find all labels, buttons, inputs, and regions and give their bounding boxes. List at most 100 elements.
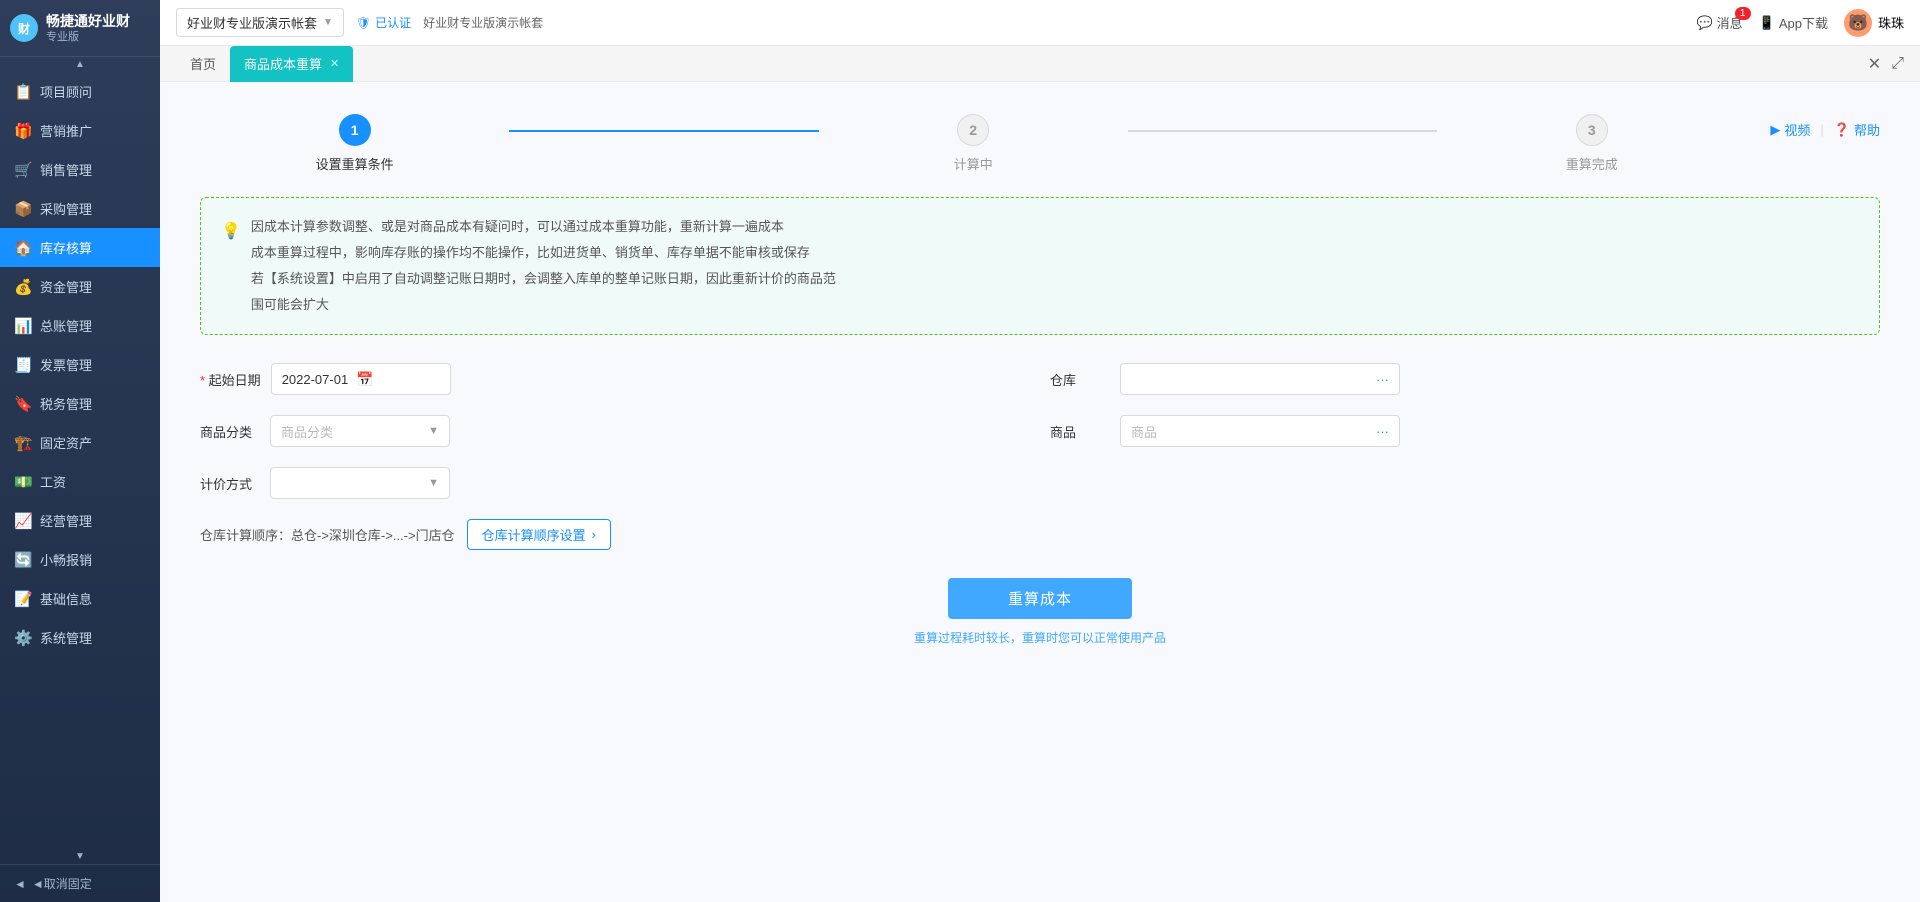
- sidebar-icon-expense: 🔄: [14, 551, 32, 569]
- topbar-right: 💬 消息 1 📱 App下载 🐻 珠珠: [1696, 9, 1904, 37]
- sidebar-icon-basic: 📝: [14, 590, 32, 608]
- sidebar-item-sales[interactable]: 🛒销售管理: [0, 150, 160, 189]
- sidebar-item-system[interactable]: ⚙️系统管理: [0, 618, 160, 657]
- main-area: 好业财专业版演示帐套 ▼ 🛡 已认证 好业财专业版演示帐套 💬 消息 1 📱 A…: [160, 0, 1920, 902]
- sidebar-icon-sales: 🛒: [14, 161, 32, 179]
- step-3: 3 重算完成: [1437, 114, 1746, 173]
- sidebar-item-purchase[interactable]: 📦采购管理: [0, 189, 160, 228]
- scroll-up[interactable]: ▲: [0, 57, 160, 72]
- step2-num: 2: [969, 122, 977, 138]
- sidebar-label-finance: 资金管理: [40, 277, 92, 296]
- warehouse-order-row: 仓库计算顺序：总仓->深圳仓库->...->门店仓 仓库计算顺序设置 ›: [200, 519, 1880, 550]
- pricing-field: 计价方式 ▼: [200, 467, 1880, 499]
- close-icon[interactable]: ✕: [1868, 54, 1881, 74]
- sidebar-item-basic[interactable]: 📝 基础信息: [0, 579, 160, 618]
- sidebar-item-expense[interactable]: 🔄 小畅报销: [0, 540, 160, 579]
- sidebar-label-project: 项目顾问: [40, 82, 92, 101]
- info-bulb-icon: 💡: [221, 216, 241, 318]
- expand-icon[interactable]: ⤢: [1891, 55, 1904, 73]
- sidebar-label-operation: 经营管理: [40, 511, 92, 530]
- sidebar-label-expense: 小畅报销: [40, 550, 92, 569]
- app-download-btn[interactable]: 📱 App下载: [1759, 13, 1828, 32]
- logo-main: 畅捷通好业财: [46, 12, 130, 30]
- goods-input[interactable]: 商品 ···: [1120, 415, 1400, 447]
- recalc-btn-label: 重算成本: [1008, 591, 1072, 608]
- category-select[interactable]: 商品分类 ▼: [270, 415, 450, 447]
- info-line4: 围可能会扩大: [251, 292, 836, 318]
- recalc-hint: 重算过程耗时较长，重算时您可以正常使用产品: [914, 629, 1166, 646]
- logo-sub: 专业版: [46, 30, 130, 44]
- video-link[interactable]: ▶ 视频: [1770, 120, 1810, 139]
- help-link[interactable]: ❓ 帮助: [1834, 120, 1880, 139]
- chevron-down-icon: ▼: [323, 17, 333, 28]
- form-row-2: 商品分类 商品分类 ▼ 商品 商品 ···: [200, 415, 1880, 447]
- sidebar-icon-inventory: 🏠: [14, 239, 32, 257]
- step3-num: 3: [1588, 122, 1596, 138]
- tab-home[interactable]: 首页: [176, 46, 230, 82]
- sidebar-item-accounting[interactable]: 📊总账管理: [0, 306, 160, 345]
- sidebar-item-assets[interactable]: 🏗️固定资产: [0, 423, 160, 462]
- chevron-right-icon: ›: [592, 527, 596, 542]
- sidebar-scroll: 📋 项目顾问 🎁营销推广🛒销售管理📦采购管理 🏠 库存核算 💰资金管理📊总账管理 🧾 发票管理…: [0, 72, 160, 849]
- account-selector[interactable]: 好业财专业版演示帐套 ▼: [176, 8, 344, 37]
- category-label: 商品分类: [200, 422, 260, 441]
- help-icon: ❓: [1834, 122, 1850, 138]
- step-connector-2: [1128, 130, 1437, 132]
- sidebar-item-invoice[interactable]: 🧾 发票管理: [0, 345, 160, 384]
- sidebar-icon-invoice: 🧾: [14, 356, 32, 374]
- sidebar-icon-purchase: 📦: [14, 200, 32, 218]
- sidebar-icon-project: 📋: [14, 83, 32, 101]
- message-btn[interactable]: 💬 消息 1: [1696, 13, 1742, 32]
- shield-icon: 🛡: [356, 16, 371, 30]
- chevron-down-icon: ▼: [428, 425, 439, 437]
- sidebar-label-inventory: 库存核算: [40, 238, 92, 257]
- step1-circle: 1: [339, 114, 371, 146]
- user-avatar[interactable]: 🐻 珠珠: [1844, 9, 1904, 37]
- warehouse-input[interactable]: ···: [1120, 363, 1400, 395]
- info-text: 因成本计算参数调整、或是对商品成本有疑问时，可以通过成本重算功能，重新计算一遍成…: [251, 214, 836, 318]
- start-date-field: 起始日期 2022-07-01 📅: [200, 363, 1030, 395]
- sidebar-item-operation[interactable]: 📈 经营管理: [0, 501, 160, 540]
- tabbar-actions: ✕ ⤢: [1868, 54, 1904, 74]
- pricing-select[interactable]: ▼: [270, 467, 450, 499]
- goods-placeholder: 商品: [1131, 422, 1157, 441]
- goods-field: 商品 商品 ···: [1050, 415, 1880, 447]
- sidebar-item-marketing[interactable]: 🎁营销推广: [0, 111, 160, 150]
- pricing-label: 计价方式: [200, 474, 260, 493]
- tabbar: 首页 商品成本重算 ✕ ✕ ⤢: [160, 46, 1920, 82]
- warehouse-label: 仓库: [1050, 370, 1110, 389]
- sidebar-bottom[interactable]: ◄ ◄取消固定: [0, 864, 160, 902]
- sidebar-label-basic: 基础信息: [40, 589, 92, 608]
- step-connector-1: [509, 130, 818, 132]
- recalc-btn[interactable]: 重算成本: [948, 578, 1132, 619]
- app-download-label: App下载: [1779, 13, 1828, 32]
- sidebar-icon-operation: 📈: [14, 512, 32, 530]
- goods-more-icon: ···: [1376, 424, 1389, 439]
- start-date-input[interactable]: 2022-07-01 📅: [271, 363, 451, 395]
- sidebar-item-inventory[interactable]: 🏠 库存核算: [0, 228, 160, 267]
- sidebar-icon-salary: 💵: [14, 473, 32, 491]
- warehouse-order-btn[interactable]: 仓库计算顺序设置 ›: [467, 519, 611, 550]
- warehouse-field: 仓库 ···: [1050, 363, 1880, 395]
- calendar-icon: 📅: [356, 371, 373, 388]
- scroll-down[interactable]: ▼: [0, 849, 160, 864]
- sidebar-nav: 📋 项目顾问 🎁营销推广🛒销售管理📦采购管理 🏠 库存核算 💰资金管理📊总账管理 🧾 发票管理…: [0, 72, 160, 657]
- step2-circle: 2: [957, 114, 989, 146]
- category-placeholder: 商品分类: [281, 422, 333, 441]
- sidebar-label-salary: 工资: [40, 472, 66, 491]
- sidebar-item-finance[interactable]: 💰资金管理: [0, 267, 160, 306]
- sidebar-item-project[interactable]: 📋 项目顾问: [0, 72, 160, 111]
- sidebar-label-invoice: 发票管理: [40, 355, 92, 374]
- form-section: 起始日期 2022-07-01 📅 仓库 ··· 商品分: [200, 363, 1880, 646]
- sidebar: 财 畅捷通好业财 专业版 ▲ 📋项目顾问🎁营销推广🛒销售管理📦采购管理🏠库存核算…: [0, 0, 160, 902]
- sidebar-icon-system: ⚙️: [14, 629, 32, 647]
- sidebar-item-tax[interactable]: 🔖税务管理: [0, 384, 160, 423]
- sidebar-icon-marketing: 🎁: [14, 122, 32, 140]
- tab-cost-recalc[interactable]: 商品成本重算 ✕: [230, 46, 353, 82]
- sidebar-item-salary[interactable]: 💵 工资: [0, 462, 160, 501]
- link-divider: |: [1820, 122, 1823, 137]
- tab-close-icon[interactable]: ✕: [330, 57, 339, 70]
- goods-label: 商品: [1050, 422, 1110, 441]
- topbar: 好业财专业版演示帐套 ▼ 🛡 已认证 好业财专业版演示帐套 💬 消息 1 📱 A…: [160, 0, 1920, 46]
- start-date-label: 起始日期: [200, 370, 261, 389]
